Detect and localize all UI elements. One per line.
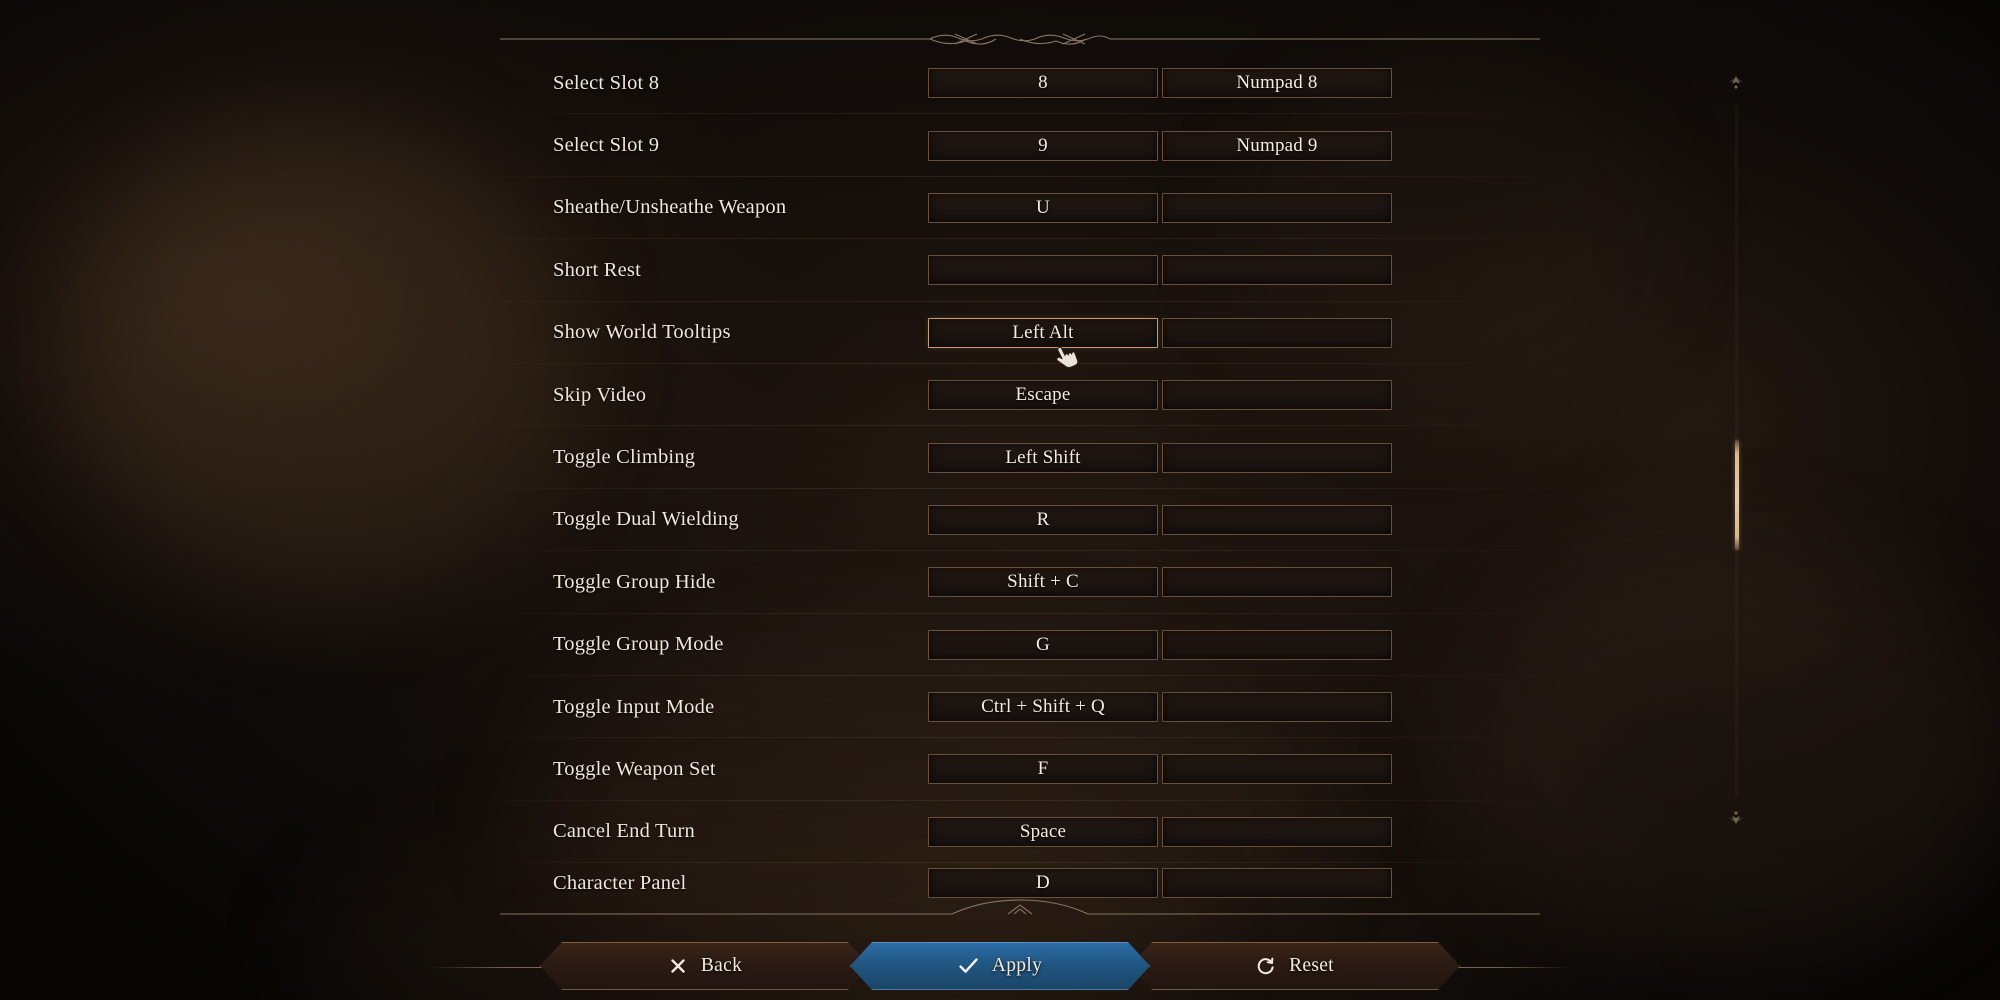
binding-primary-box[interactable]: D <box>928 868 1158 899</box>
scrollbar[interactable] <box>1725 70 1747 830</box>
binding-cells: F <box>928 754 1392 785</box>
key-bindings-list[interactable]: Select Slot 8 8 Numpad 8 Select Slot 9 9 Nump… <box>500 52 1540 902</box>
scroll-down-ornament-icon[interactable] <box>1725 804 1747 830</box>
apply-button[interactable]: Apply <box>850 942 1150 990</box>
binding-secondary-box[interactable] <box>1162 629 1392 660</box>
binding-primary-box[interactable]: Shift + C <box>928 567 1158 598</box>
binding-cells: Left Shift <box>928 442 1392 473</box>
back-button[interactable]: Back <box>540 942 870 990</box>
binding-secondary-box[interactable] <box>1162 255 1392 286</box>
binding-row: Toggle Group Hide Shift + C <box>500 551 1540 614</box>
binding-primary-box[interactable]: Escape <box>928 380 1158 411</box>
binding-cells: R <box>928 504 1392 535</box>
apply-button-label: Apply <box>991 955 1043 976</box>
binding-secondary-box[interactable] <box>1162 504 1392 535</box>
scroll-up-ornament-icon[interactable] <box>1725 70 1747 96</box>
binding-action-label: Toggle Weapon Set <box>553 757 716 780</box>
binding-row: Toggle Weapon Set F <box>500 738 1540 802</box>
binding-secondary-box[interactable] <box>1162 567 1392 598</box>
binding-primary-box[interactable]: R <box>928 504 1158 535</box>
binding-row: Toggle Input Mode Ctrl + Shift + Q <box>500 676 1540 739</box>
binding-row: Toggle Dual Wielding R <box>500 489 1540 552</box>
binding-primary-box[interactable]: Ctrl + Shift + Q <box>928 692 1158 723</box>
binding-row: Sheathe/Unsheathe Weapon U <box>500 177 1540 240</box>
binding-action-label: Toggle Climbing <box>553 446 696 469</box>
binding-secondary-box[interactable] <box>1162 192 1392 223</box>
binding-action-label: Toggle Input Mode <box>553 695 715 718</box>
binding-secondary-box[interactable] <box>1162 442 1392 473</box>
binding-cells: Shift + C <box>928 567 1392 598</box>
scroll-thumb[interactable] <box>1734 440 1739 550</box>
binding-row: Toggle Group Mode G <box>500 614 1540 677</box>
binding-cells <box>928 255 1392 286</box>
binding-primary-box[interactable]: 9 <box>928 130 1158 161</box>
binding-row: Character Panel D <box>500 863 1540 902</box>
binding-primary-box[interactable]: 8 <box>928 68 1158 99</box>
binding-action-label: Skip Video <box>553 383 647 406</box>
binding-primary-box[interactable]: Left Alt <box>928 317 1158 348</box>
binding-row: Show World Tooltips Left Alt <box>500 302 1540 365</box>
binding-action-label: Toggle Group Mode <box>553 633 724 656</box>
binding-cells: G <box>928 629 1392 660</box>
footer-button-bar: Back Apply Reset <box>0 934 2000 1000</box>
binding-action-label: Sheathe/Unsheathe Weapon <box>553 196 787 219</box>
binding-row: Cancel End Turn Space <box>500 801 1540 864</box>
binding-primary-box[interactable]: Space <box>928 816 1158 847</box>
reset-button-label: Reset <box>1289 955 1334 976</box>
key-bindings-panel: Select Slot 8 8 Numpad 8 Select Slot 9 9 Nump… <box>500 28 1540 915</box>
binding-secondary-box[interactable] <box>1162 816 1392 847</box>
binding-action-label: Short Rest <box>553 258 641 281</box>
close-x-icon <box>668 956 688 976</box>
binding-cells: D <box>928 868 1392 899</box>
binding-action-label: Select Slot 9 <box>553 134 660 157</box>
binding-secondary-box[interactable] <box>1162 380 1392 411</box>
binding-cells: 9 Numpad 9 <box>928 130 1392 161</box>
binding-cells: Left Alt <box>928 317 1392 348</box>
binding-primary-box[interactable]: Left Shift <box>928 442 1158 473</box>
binding-primary-box[interactable]: F <box>928 754 1158 785</box>
binding-cells: Ctrl + Shift + Q <box>928 692 1392 723</box>
binding-action-label: Show World Tooltips <box>553 321 731 344</box>
binding-action-label: Toggle Dual Wielding <box>553 508 739 531</box>
binding-secondary-box[interactable]: Numpad 9 <box>1162 130 1392 161</box>
binding-secondary-box[interactable] <box>1162 317 1392 348</box>
binding-primary-box[interactable]: G <box>928 629 1158 660</box>
binding-primary-box[interactable]: U <box>928 192 1158 223</box>
binding-secondary-box[interactable] <box>1162 692 1392 723</box>
game-options-key-bindings-screen: Select Slot 8 8 Numpad 8 Select Slot 9 9 Nump… <box>0 0 2000 1000</box>
binding-action-label: Character Panel <box>553 871 687 894</box>
binding-secondary-box[interactable] <box>1162 754 1392 785</box>
refresh-icon <box>1256 956 1276 976</box>
binding-secondary-box[interactable]: Numpad 8 <box>1162 68 1392 99</box>
binding-row: Toggle Climbing Left Shift <box>500 426 1540 490</box>
binding-cells: U <box>928 192 1392 223</box>
binding-row: Select Slot 9 9 Numpad 9 <box>500 114 1540 178</box>
back-button-label: Back <box>700 955 743 976</box>
binding-row: Select Slot 8 8 Numpad 8 <box>500 52 1540 115</box>
binding-cells: Space <box>928 816 1392 847</box>
ornament-divider-top <box>500 28 1540 50</box>
binding-secondary-box[interactable] <box>1162 868 1392 899</box>
binding-action-label: Toggle Group Hide <box>553 570 716 593</box>
binding-action-label: Cancel End Turn <box>553 820 695 843</box>
binding-action-label: Select Slot 8 <box>553 71 660 94</box>
checkmark-icon <box>958 956 979 976</box>
binding-primary-box[interactable] <box>928 255 1158 286</box>
binding-cells: 8 Numpad 8 <box>928 68 1392 99</box>
binding-row: Short Rest <box>500 239 1540 302</box>
binding-cells: Escape <box>928 380 1392 411</box>
reset-button[interactable]: Reset <box>1130 942 1460 990</box>
binding-row: Skip Video Escape <box>500 364 1540 427</box>
